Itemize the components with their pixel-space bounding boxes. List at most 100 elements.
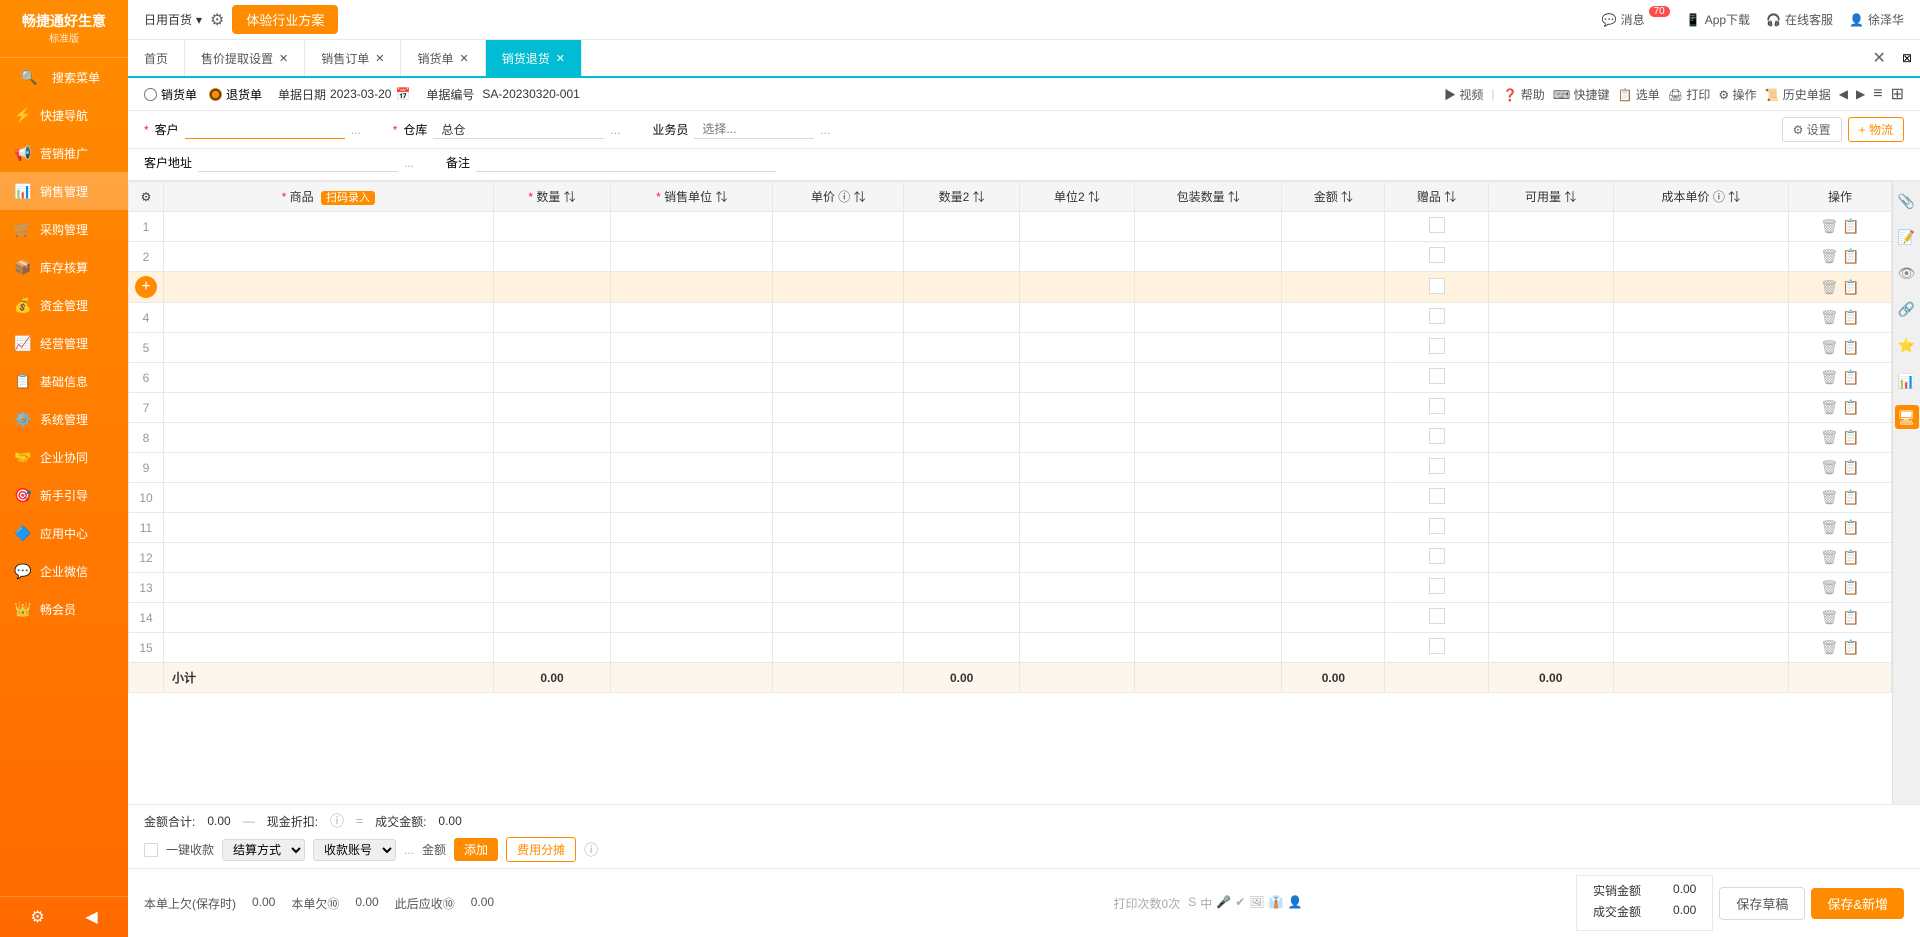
unit2-cell[interactable] — [1019, 333, 1134, 363]
tab-home[interactable]: 首页 — [128, 40, 185, 76]
price-cell[interactable] — [773, 242, 904, 272]
unit2-cell[interactable] — [1019, 573, 1134, 603]
unit2-cell[interactable] — [1019, 633, 1134, 663]
sidebar-item-newbie[interactable]: 🎯 新手引导 — [0, 476, 128, 514]
account-dots[interactable]: ... — [404, 843, 414, 857]
gift-checkbox[interactable] — [1429, 217, 1445, 233]
available-cell[interactable] — [1488, 453, 1613, 483]
pack-qty-cell[interactable] — [1135, 453, 1282, 483]
quantity-cell[interactable] — [493, 513, 611, 543]
gift-checkbox[interactable] — [1429, 578, 1445, 594]
product-input[interactable] — [170, 491, 487, 505]
delete-icon[interactable]: 🗑 — [1818, 429, 1840, 445]
qty2-cell[interactable] — [904, 483, 1019, 513]
col-settings[interactable]: ⚙ — [129, 182, 164, 212]
gift-cell[interactable] — [1385, 423, 1488, 453]
amount-cell[interactable] — [1282, 603, 1385, 633]
gift-checkbox[interactable] — [1429, 548, 1445, 564]
copy-icon[interactable]: 📋 — [1840, 248, 1861, 264]
gift-checkbox[interactable] — [1429, 638, 1445, 654]
qty2-cell[interactable] — [904, 513, 1019, 543]
product-input[interactable] — [170, 401, 487, 415]
unit-cell[interactable] — [611, 333, 773, 363]
account-select[interactable]: 收款账号 陈号 — [313, 839, 396, 861]
product-input[interactable] — [170, 311, 487, 325]
setting-btn[interactable]: ⚙ 设置 — [1782, 117, 1842, 142]
cost-price-cell[interactable] — [1613, 453, 1788, 483]
delete-icon[interactable]: 🗑 — [1818, 218, 1840, 234]
pack-qty-cell[interactable] — [1135, 303, 1282, 333]
delete-icon[interactable]: 🗑 — [1818, 549, 1840, 565]
gift-checkbox[interactable] — [1429, 428, 1445, 444]
address-input[interactable] — [198, 153, 398, 172]
available-cell[interactable] — [1488, 272, 1613, 303]
tab-sales-order-close[interactable]: ✕ — [375, 52, 384, 65]
copy-icon[interactable]: 📋 — [1840, 399, 1861, 415]
cost-price-cell[interactable] — [1613, 603, 1788, 633]
nav-prev-icon[interactable]: ◀ — [1839, 87, 1848, 101]
sidebar-search[interactable]: 🔍 搜索菜单 — [0, 58, 128, 96]
gift-checkbox[interactable] — [1429, 608, 1445, 624]
qty2-cell[interactable] — [904, 242, 1019, 272]
warehouse-dots[interactable]: ... — [610, 123, 620, 137]
quantity-cell[interactable] — [493, 212, 611, 242]
delete-icon[interactable]: 🗑 — [1818, 579, 1840, 595]
copy-icon[interactable]: 📋 — [1840, 579, 1861, 595]
date-value[interactable]: 2023-03-20 — [330, 87, 391, 101]
gift-cell[interactable] — [1385, 242, 1488, 272]
quantity-cell[interactable] — [493, 453, 611, 483]
unit2-cell[interactable] — [1019, 212, 1134, 242]
quantity-cell[interactable] — [493, 393, 611, 423]
right-panel-icon-1[interactable]: 📎 — [1895, 189, 1919, 213]
toolbar-video[interactable]: ▶ 视频 — [1444, 86, 1483, 103]
tab-sales-bill-close[interactable]: ✕ — [460, 52, 469, 65]
available-cell[interactable] — [1488, 242, 1613, 272]
cost-price-cell[interactable] — [1613, 573, 1788, 603]
sidebar-item-appstore[interactable]: 🔷 应用中心 — [0, 514, 128, 552]
product-cell[interactable] — [164, 633, 494, 663]
price-cell[interactable] — [773, 272, 904, 303]
save-draft-btn[interactable]: 保存草稿 — [1719, 887, 1805, 920]
sidebar-item-inventory[interactable]: 📦 库存核算 — [0, 248, 128, 286]
gift-cell[interactable] — [1385, 453, 1488, 483]
available-cell[interactable] — [1488, 573, 1613, 603]
amount-cell[interactable] — [1282, 363, 1385, 393]
amount-cell[interactable] — [1282, 543, 1385, 573]
product-cell[interactable] — [164, 363, 494, 393]
pack-qty-cell[interactable] — [1135, 242, 1282, 272]
toolbar-operate[interactable]: ⚙ 操作 — [1718, 86, 1756, 103]
price-cell[interactable] — [773, 393, 904, 423]
sidebar-item-basic[interactable]: 📋 基础信息 — [0, 362, 128, 400]
unit2-cell[interactable] — [1019, 513, 1134, 543]
delete-icon[interactable]: 🗑 — [1818, 519, 1840, 535]
amount-cell[interactable] — [1282, 393, 1385, 423]
gift-cell[interactable] — [1385, 573, 1488, 603]
price-cell[interactable] — [773, 303, 904, 333]
pack-qty-cell[interactable] — [1135, 393, 1282, 423]
unit-cell[interactable] — [611, 633, 773, 663]
toolbar-history[interactable]: 📜 历史单据 — [1764, 86, 1830, 103]
price-cell[interactable] — [773, 212, 904, 242]
calendar-icon[interactable]: 📅 — [395, 87, 410, 101]
cost-price-cell[interactable] — [1613, 543, 1788, 573]
pack-qty-cell[interactable] — [1135, 603, 1282, 633]
right-panel-icon-2[interactable]: 📝 — [1895, 225, 1919, 249]
unit-cell[interactable] — [611, 513, 773, 543]
right-panel-icon-5[interactable]: ⭐ — [1895, 333, 1919, 357]
available-cell[interactable] — [1488, 483, 1613, 513]
amount-cell[interactable] — [1282, 453, 1385, 483]
product-cell[interactable] — [164, 423, 494, 453]
sidebar-item-wechat[interactable]: 💬 企业微信 — [0, 552, 128, 590]
unit-cell[interactable] — [611, 453, 773, 483]
qty2-cell[interactable] — [904, 633, 1019, 663]
product-cell[interactable] — [164, 603, 494, 633]
toolbar-select[interactable]: 📋 选单 — [1617, 86, 1659, 103]
product-cell[interactable] — [164, 333, 494, 363]
quantity-cell[interactable] — [493, 333, 611, 363]
logistics-btn[interactable]: + 物流 — [1848, 117, 1904, 142]
salesperson-dots[interactable]: ... — [820, 123, 830, 137]
available-cell[interactable] — [1488, 543, 1613, 573]
product-cell[interactable] — [164, 272, 494, 303]
price-cell[interactable] — [773, 543, 904, 573]
cost-price-cell[interactable] — [1613, 272, 1788, 303]
